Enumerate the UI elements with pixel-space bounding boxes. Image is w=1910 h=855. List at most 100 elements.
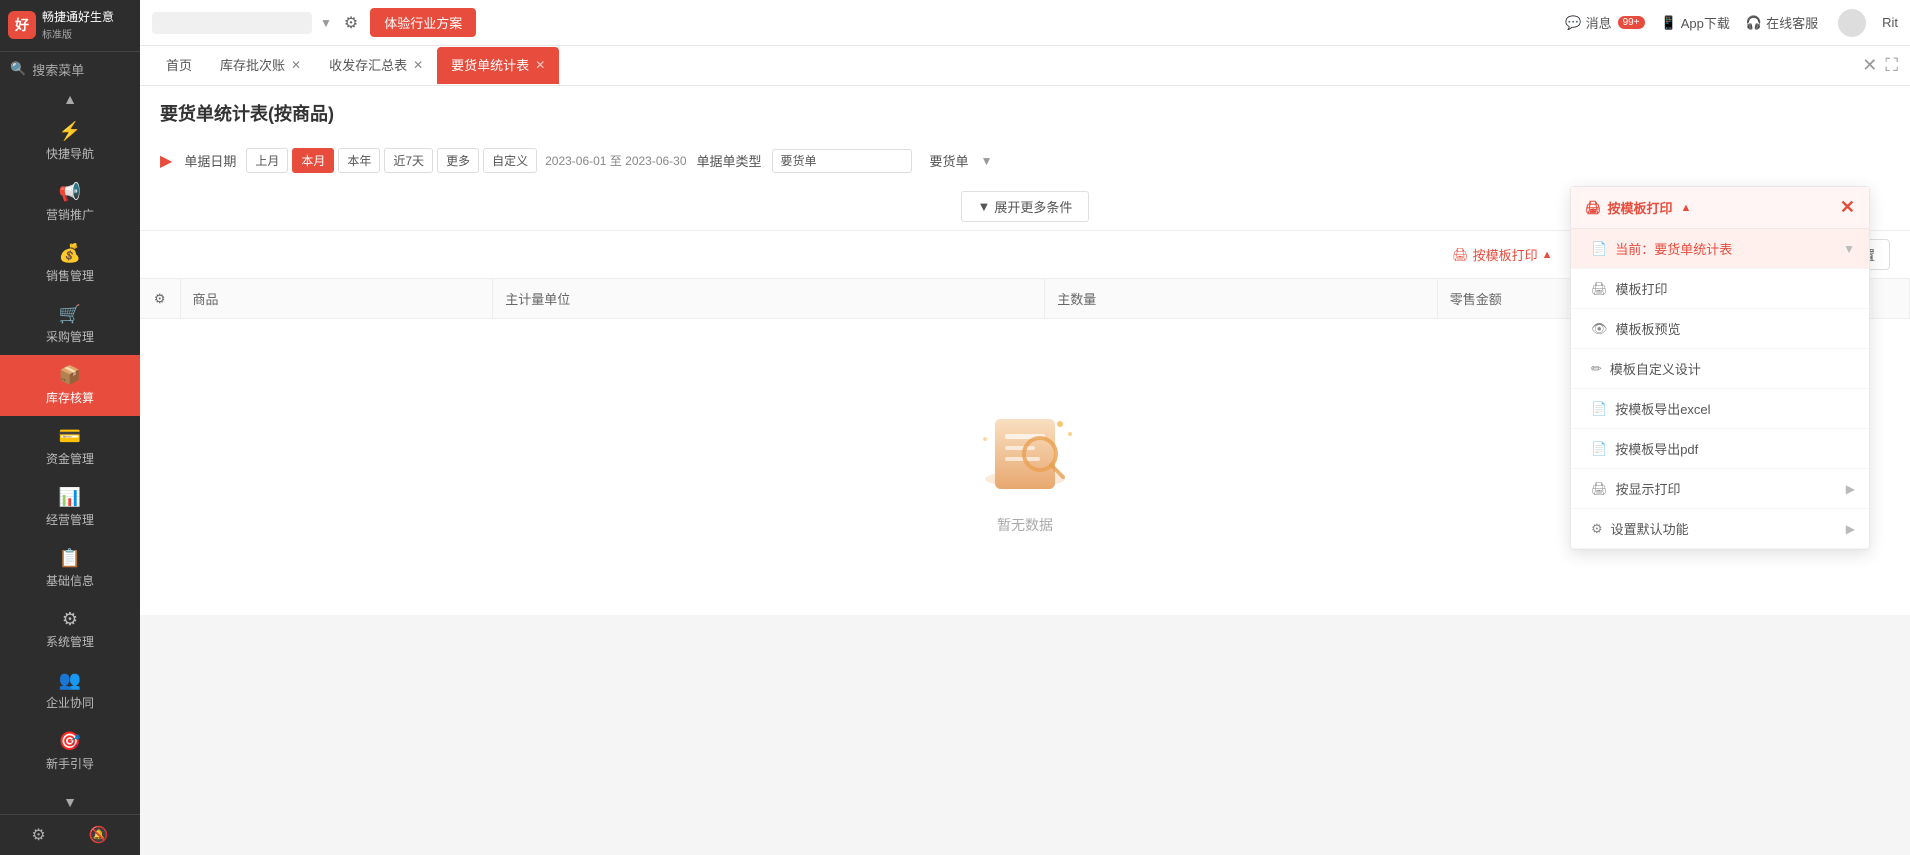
system-icon: ⚙ (62, 609, 78, 630)
sidebar-item-management[interactable]: 📊 经营管理 (0, 477, 140, 538)
sidebar-search[interactable]: 🔍 搜索菜单 (0, 52, 140, 87)
inventory-icon: 📦 (59, 365, 81, 386)
current-template-icon: 📄 (1591, 241, 1607, 257)
download-icon: 📱 (1661, 15, 1677, 31)
settings-bottom-icon[interactable]: ⚙ (31, 825, 45, 845)
filter-collapse-icon[interactable]: ▶ (160, 151, 172, 171)
print-dropdown-item-6[interactable]: ⚙ 设置默认功能 ▶ (1571, 509, 1869, 549)
template-export-pdf-icon: 📄 (1591, 441, 1607, 457)
mute-bottom-icon[interactable]: 🔕 (89, 825, 109, 845)
type-filter-select[interactable]: 要货单 采购单 (772, 149, 912, 173)
current-template-chevron: ▼ (1843, 242, 1855, 256)
print-dropdown-item-5[interactable]: 🖨 按显示打印 ▶ (1571, 469, 1869, 509)
topbar-right: 💬 消息 99+ 📱 App下载 🎧 在线客服 Rit (1565, 9, 1898, 37)
sidebar-item-collab[interactable]: 👥 企业协同 (0, 660, 140, 721)
quick-nav-icon: ⚡ (59, 121, 81, 142)
date-btn-last-month[interactable]: 上月 (246, 148, 288, 173)
print-dropdown-close-btn[interactable]: ✕ (1840, 197, 1855, 218)
print-dropdown-item-2[interactable]: ✏ 模板自定义设计 (1571, 349, 1869, 389)
date-btn-custom[interactable]: 自定义 (483, 148, 537, 173)
tab-close-receipts-summary[interactable]: ✕ (413, 58, 423, 72)
sidebar-bottom: ⚙ 🔕 (0, 814, 140, 855)
finance-icon: 💳 (59, 426, 81, 447)
date-range-display: 2023-06-01 至 2023-06-30 (545, 152, 686, 169)
tab-receipts-summary[interactable]: 收发存汇总表 ✕ (315, 47, 437, 84)
sidebar-item-purchase[interactable]: 🛒 采购管理 (0, 294, 140, 355)
sidebar: 好 畅捷通好生意 标准版 🔍 搜索菜单 ▲ ⚡ 快捷导航 📢 营销推广 💰 销售… (0, 0, 140, 855)
expand-more-btn[interactable]: ▼ 展开更多条件 (961, 191, 1090, 222)
date-filter-label: 单据日期 (184, 151, 236, 170)
newbie-icon: 🎯 (59, 731, 81, 752)
print-dropdown-title-chevron: ▲ (1681, 202, 1692, 214)
print-dropdown-item-4[interactable]: 📄 按模板导出pdf (1571, 429, 1869, 469)
sidebar-item-inventory[interactable]: 📦 库存核算 (0, 355, 140, 416)
date-btn-this-month[interactable]: 本月 (292, 148, 334, 173)
print-dropdown-title: 🖨 按模板打印 ▲ (1585, 198, 1691, 217)
expand-icon: ▼ (978, 199, 991, 214)
service-icon: 🎧 (1746, 15, 1762, 31)
tab-inventory-batch[interactable]: 库存批次账 ✕ (206, 47, 315, 84)
sidebar-item-finance[interactable]: 💳 资金管理 (0, 416, 140, 477)
sidebar-item-marketing[interactable]: 📢 营销推广 (0, 172, 140, 233)
topbar-search-chevron[interactable]: ▼ (320, 16, 332, 30)
template-preview-icon: 👁 (1591, 321, 1608, 337)
set-default-icon: ⚙ (1591, 521, 1603, 537)
type-filter-label: 单据单类型 (697, 151, 762, 170)
messages-btn[interactable]: 💬 消息 99+ (1565, 13, 1644, 32)
goods-type-label: 要货单 (930, 151, 969, 170)
date-btn-this-year[interactable]: 本年 (338, 148, 380, 173)
col-quantity: 主数量 (1045, 279, 1438, 319)
sidebar-item-sales[interactable]: 💰 销售管理 (0, 233, 140, 294)
sidebar-item-apps[interactable]: 🔲 应用中心 (0, 782, 140, 790)
print-dropdown-current-template[interactable]: 📄 当前：要货单统计表 ▼ (1571, 229, 1869, 269)
management-icon: 📊 (59, 487, 81, 508)
empty-text: 暂无数据 (997, 515, 1053, 535)
display-print-chevron: ▶ (1846, 482, 1855, 496)
print-action-btn[interactable]: 🖨 按模板打印 ▲ (1444, 241, 1560, 268)
display-print-icon: 🖨 (1591, 481, 1608, 497)
set-default-chevron: ▶ (1846, 522, 1855, 536)
tab-expand-icon[interactable]: ⛶ (1885, 55, 1898, 76)
message-icon: 💬 (1565, 15, 1581, 31)
sidebar-item-system[interactable]: ⚙ 系统管理 (0, 599, 140, 660)
topbar-search-input[interactable] (152, 12, 312, 34)
print-dropdown-item-0[interactable]: 🖨 模板打印 (1571, 269, 1869, 309)
template-design-icon: ✏ (1591, 361, 1602, 377)
sidebar-item-newbie[interactable]: 🎯 新手引导 (0, 721, 140, 782)
date-btn-7days[interactable]: 近7天 (384, 148, 433, 173)
date-btn-more[interactable]: 更多 (437, 148, 479, 173)
page-title: 要货单统计表(按商品) (160, 100, 1890, 126)
print-dropdown: 🖨 按模板打印 ▲ ✕ 📄 当前：要货单统计表 ▼ 🖨 模板打印 👁 模板板预览 (1570, 186, 1870, 550)
sidebar-scroll-up[interactable]: ▲ (0, 87, 140, 111)
topbar-gear-icon[interactable]: ⚙ (344, 13, 358, 33)
trial-btn[interactable]: 体验行业方案 (370, 8, 476, 37)
sidebar-item-quick-nav[interactable]: ⚡ 快捷导航 (0, 111, 140, 172)
tabbar: 首页 库存批次账 ✕ 收发存汇总表 ✕ 要货单统计表 ✕ ✕ ⛶ (140, 46, 1910, 86)
print-chevron-icon: ▲ (1542, 249, 1553, 261)
tab-order-stats[interactable]: 要货单统计表 ✕ (437, 47, 559, 84)
type-filter-wrapper: 要货单 采购单 (772, 149, 912, 173)
app-logo: 好 畅捷通好生意 标准版 (0, 0, 140, 52)
sidebar-item-basic[interactable]: 📋 基础信息 (0, 538, 140, 599)
user-avatar[interactable] (1838, 9, 1866, 37)
tab-home[interactable]: 首页 (152, 47, 206, 84)
print-dropdown-item-3[interactable]: 📄 按模板导出excel (1571, 389, 1869, 429)
print-icon: 🖨 (1452, 247, 1469, 263)
username-label: Rit (1882, 15, 1898, 30)
search-icon: 🔍 (10, 61, 26, 77)
logo-icon: 好 (8, 11, 36, 39)
template-export-excel-icon: 📄 (1591, 401, 1607, 417)
col-settings[interactable]: ⚙ (140, 279, 180, 319)
tab-close-order-stats[interactable]: ✕ (535, 58, 545, 72)
empty-icon (965, 399, 1085, 499)
filter-bar: ▶ 单据日期 上月 本月 本年 近7天 更多 自定义 2023-06-01 至 … (160, 138, 1890, 183)
col-unit: 主计量单位 (493, 279, 1045, 319)
sidebar-scroll-down[interactable]: ▼ (0, 790, 140, 814)
app-download-btn[interactable]: 📱 App下载 (1661, 13, 1730, 32)
purchase-icon: 🛒 (59, 304, 81, 325)
print-dropdown-title-icon: 🖨 (1585, 200, 1602, 216)
online-service-btn[interactable]: 🎧 在线客服 (1746, 13, 1818, 32)
tab-close-inventory-batch[interactable]: ✕ (291, 58, 301, 72)
tab-close-all-icon[interactable]: ✕ (1862, 55, 1877, 76)
print-dropdown-item-1[interactable]: 👁 模板板预览 (1571, 309, 1869, 349)
